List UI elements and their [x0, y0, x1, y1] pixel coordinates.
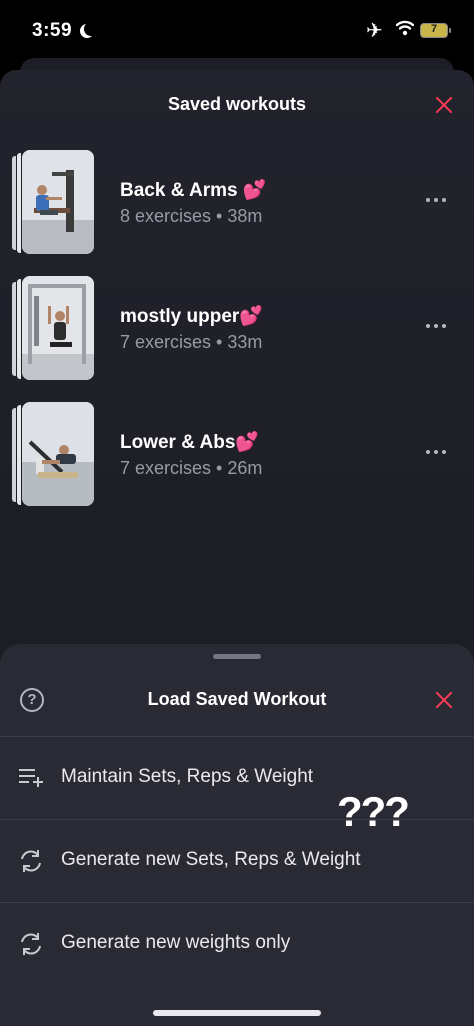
workout-row[interactable]: Back & Arms 💕 8 exercises • 38m: [0, 150, 474, 260]
saved-workouts-sheet: Saved workouts Back & Arms 💕 8 exercises…: [0, 70, 474, 710]
workout-row[interactable]: mostly upper💕 7 exercises • 33m: [0, 276, 474, 386]
refresh-icon: [21, 933, 41, 955]
workout-meta: 7 exercises • 26m: [120, 458, 263, 478]
annotation-question-marks: ???: [337, 788, 410, 835]
option-label: Maintain Sets, Reps & Weight: [61, 766, 314, 787]
sheet-drag-handle[interactable]: [213, 654, 261, 659]
status-time: 3:59: [32, 20, 73, 41]
workout-name: mostly upper💕: [120, 306, 263, 327]
workout-meta: 8 exercises • 38m: [120, 206, 263, 226]
home-indicator[interactable]: [153, 1010, 321, 1016]
option-label: Generate new weights only: [61, 932, 291, 953]
moon-icon: [84, 22, 98, 36]
workout-name: Lower & Abs💕: [120, 432, 260, 453]
workout-thumbnail: [12, 150, 96, 256]
close-icon[interactable]: [433, 689, 455, 711]
option-label: Generate new Sets, Reps & Weight: [61, 849, 361, 870]
workout-thumbnail: [12, 276, 96, 382]
sheet-title: Load Saved Workout: [147, 689, 327, 709]
more-options-icon[interactable]: [426, 322, 450, 330]
workout-row[interactable]: Lower & Abs💕 7 exercises • 26m: [0, 402, 474, 512]
option-generate-weights[interactable]: Generate new weights only: [0, 902, 474, 985]
more-options-icon[interactable]: [426, 448, 450, 456]
saved-workouts-title: Saved workouts: [167, 94, 307, 114]
workout-meta: 7 exercises • 33m: [120, 332, 263, 352]
close-icon[interactable]: [433, 94, 455, 116]
workout-name: Back & Arms 💕: [120, 180, 267, 201]
wifi-icon: [396, 20, 414, 36]
playlist-add-icon: [19, 769, 43, 787]
workout-thumbnail: [12, 402, 96, 508]
airplane-icon: ✈: [366, 20, 383, 42]
battery-icon: 7: [420, 23, 451, 38]
status-bar: 3:59 ✈ 7: [0, 0, 474, 60]
more-options-icon[interactable]: [426, 196, 450, 204]
battery-level: 7: [430, 23, 438, 35]
refresh-icon: [21, 850, 41, 872]
